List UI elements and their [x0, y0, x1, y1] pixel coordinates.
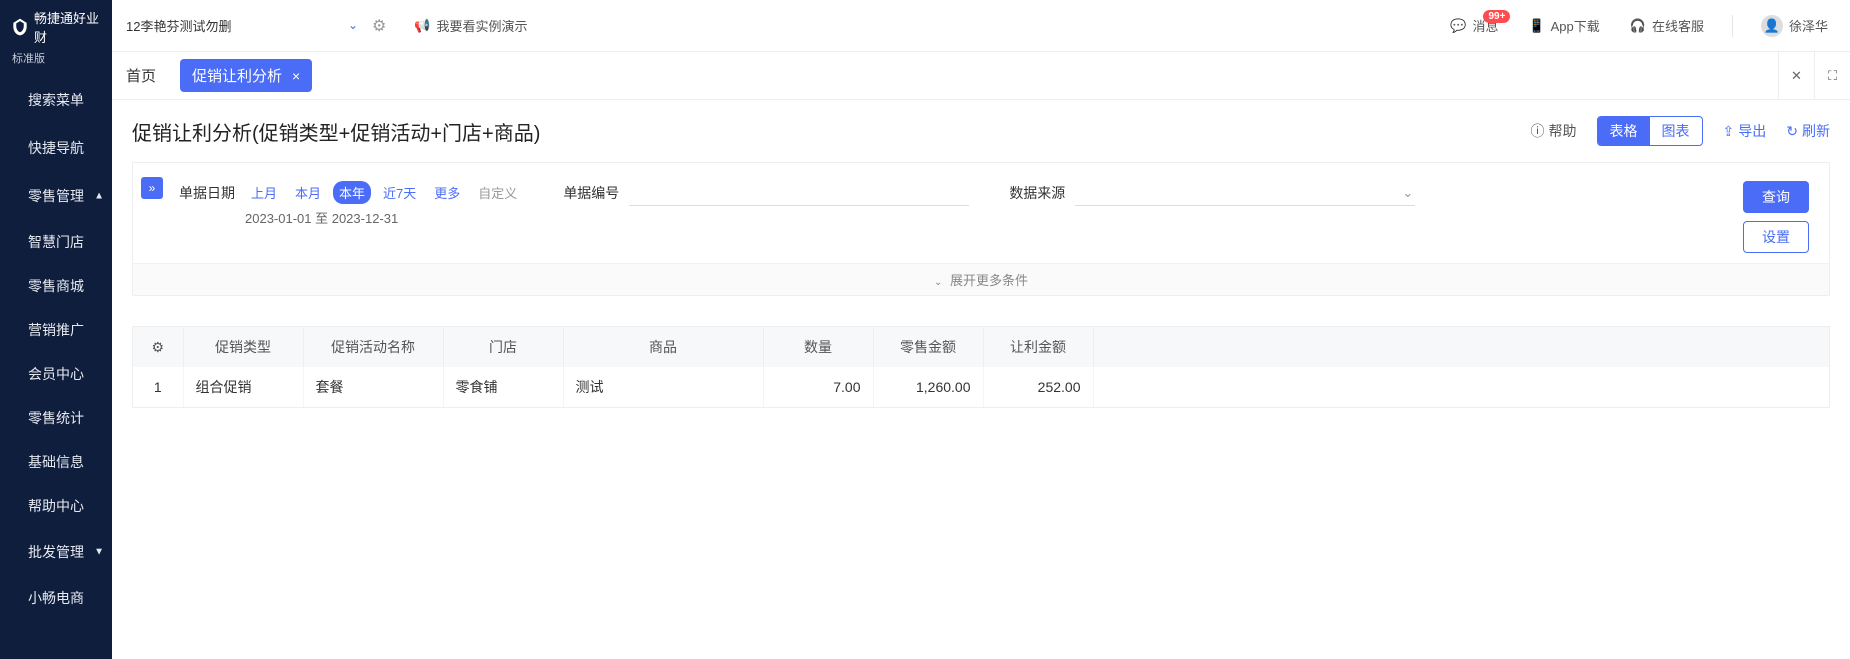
row-index: 1 — [133, 367, 183, 407]
support-button[interactable]: 🎧 在线客服 — [1622, 16, 1712, 35]
filter-source: 数据来源 ⌄ — [1009, 181, 1415, 206]
nav-member[interactable]: 会员中心 — [0, 352, 112, 396]
user-menu[interactable]: 👤 徐泽华 — [1753, 15, 1836, 37]
cell-promo-name: 套餐 — [303, 367, 443, 407]
chevron-down-icon: ⌄ — [1402, 185, 1413, 201]
nav-xiaochang[interactable]: 小畅电商 — [0, 576, 112, 620]
message-badge: 99+ — [1483, 10, 1510, 23]
col-promo-name: 促销活动名称 — [303, 327, 443, 367]
logo-icon — [10, 17, 30, 37]
table-settings-header[interactable]: ⚙ — [133, 327, 183, 367]
nav-help-center[interactable]: 帮助中心 — [0, 484, 112, 528]
messages-button[interactable]: 💬 消息 99+ — [1442, 16, 1506, 35]
date-label: 单据日期 — [179, 181, 235, 203]
col-product: 商品 — [563, 327, 763, 367]
filter-panel: » 单据日期 上月 本月 本年 近7天 更多 自定义 2023-01-01 至 … — [132, 162, 1830, 296]
page-header: 促销让利分析(促销类型+促销活动+门店+商品) ⓘ 帮助 表格 图表 ⇪ 导出 … — [112, 100, 1850, 162]
quick-last-month[interactable]: 上月 — [245, 181, 283, 204]
quick-more[interactable]: 更多 — [428, 181, 466, 204]
cell-sales: 1,260.00 — [873, 367, 983, 407]
topbar: 12李艳芬测试勿删 ⌄ ⚙ 📢 我要看实例演示 💬 消息 99+ 📱 App下载… — [112, 0, 1850, 52]
quick-this-year[interactable]: 本年 — [333, 181, 371, 204]
edition-label: 标准版 — [0, 50, 112, 76]
double-chevron-down-icon: ⌄ — [934, 277, 942, 288]
date-range-text: 2023-01-01 至 2023-12-31 — [245, 208, 523, 227]
toggle-chart[interactable]: 图表 — [1650, 117, 1702, 145]
phone-icon: 📱 — [1528, 18, 1544, 34]
filter-settings-button[interactable]: 设置 — [1743, 221, 1809, 253]
caret-up-icon: ▲ — [94, 191, 104, 202]
tab-close-all[interactable]: ✕ — [1778, 52, 1814, 99]
chevron-down-icon: ⌄ — [348, 18, 358, 32]
nav-wholesale[interactable]: 批发管理 ▼ — [0, 528, 112, 576]
doc-no-input[interactable] — [629, 181, 969, 206]
collapse-filter-button[interactable]: » — [141, 177, 163, 199]
nav-smart-store[interactable]: 智慧门店 — [0, 220, 112, 264]
settings-icon[interactable]: ⚙ — [372, 16, 386, 36]
col-store: 门店 — [443, 327, 563, 367]
tab-promo-analysis[interactable]: 促销让利分析 × — [180, 59, 312, 92]
close-icon[interactable]: × — [292, 69, 300, 83]
export-button[interactable]: ⇪ 导出 — [1723, 121, 1767, 141]
toggle-table[interactable]: 表格 — [1598, 117, 1650, 145]
page-title: 促销让利分析(促销类型+促销活动+门店+商品) — [132, 117, 1511, 146]
col-spacer — [1093, 327, 1829, 367]
nav-search-menu[interactable]: 搜索菜单 — [0, 76, 112, 124]
brand-logo: 畅捷通好业财 — [0, 0, 112, 50]
chat-icon: 💬 — [1450, 18, 1466, 34]
doc-no-label: 单据编号 — [563, 181, 619, 203]
cell-promo-type: 组合促销 — [183, 367, 303, 407]
speaker-icon: 📢 — [414, 18, 430, 34]
filter-date: 单据日期 上月 本月 本年 近7天 更多 自定义 2023-01-01 至 20… — [179, 181, 523, 227]
tab-fullscreen[interactable]: ⛶ — [1814, 52, 1850, 99]
quick-last7[interactable]: 近7天 — [377, 181, 422, 204]
source-select[interactable]: ⌄ — [1075, 181, 1415, 206]
nav-retail-stats[interactable]: 零售统计 — [0, 396, 112, 440]
data-table: ⚙ 促销类型 促销活动名称 门店 商品 数量 零售金额 让利金额 1 组合促销 — [132, 326, 1830, 408]
avatar-icon: 👤 — [1761, 15, 1783, 37]
nav-retail-mgmt[interactable]: 零售管理 ▲ — [0, 172, 112, 220]
quick-this-month[interactable]: 本月 — [289, 181, 327, 204]
cell-discount: 252.00 — [983, 367, 1093, 407]
nav-quick-nav[interactable]: 快捷导航 — [0, 124, 112, 172]
sidebar: 畅捷通好业财 标准版 搜索菜单 快捷导航 零售管理 ▲ 智慧门店 零售商城 营销… — [0, 0, 112, 659]
brand-name: 畅捷通好业财 — [34, 8, 102, 46]
cell-product: 测试 — [563, 367, 763, 407]
app-download-button[interactable]: 📱 App下载 — [1520, 16, 1607, 35]
nav-retail-mall[interactable]: 零售商城 — [0, 264, 112, 308]
divider — [1732, 15, 1733, 37]
tab-row: 首页 促销让利分析 × ✕ ⛶ — [112, 52, 1850, 100]
source-label: 数据来源 — [1009, 181, 1065, 203]
col-qty: 数量 — [763, 327, 873, 367]
org-name: 12李艳芬测试勿删 — [126, 16, 231, 35]
table-row[interactable]: 1 组合促销 套餐 零食铺 测试 7.00 1,260.00 252.00 — [133, 367, 1829, 407]
quick-custom[interactable]: 自定义 — [472, 181, 523, 204]
col-sales: 零售金额 — [873, 327, 983, 367]
col-promo-type: 促销类型 — [183, 327, 303, 367]
demo-link[interactable]: 📢 我要看实例演示 — [414, 16, 527, 35]
help-link[interactable]: ⓘ 帮助 — [1531, 121, 1577, 141]
refresh-button[interactable]: ↻ 刷新 — [1786, 121, 1830, 141]
col-discount: 让利金额 — [983, 327, 1093, 367]
export-icon: ⇪ — [1723, 123, 1735, 140]
cell-store: 零食铺 — [443, 367, 563, 407]
caret-down-icon: ▼ — [94, 547, 104, 558]
cell-qty: 7.00 — [763, 367, 873, 407]
refresh-icon: ↻ — [1786, 123, 1798, 140]
view-toggle: 表格 图表 — [1597, 116, 1703, 146]
nav-basic-info[interactable]: 基础信息 — [0, 440, 112, 484]
gear-icon: ⚙ — [151, 339, 164, 355]
headset-icon: 🎧 — [1630, 18, 1646, 34]
tab-home[interactable]: 首页 — [126, 65, 156, 86]
question-icon: ⓘ — [1531, 121, 1545, 141]
filter-doc-no: 单据编号 — [563, 181, 969, 206]
expand-filters-button[interactable]: ⌄ 展开更多条件 — [133, 263, 1829, 295]
nav-marketing[interactable]: 营销推广 — [0, 308, 112, 352]
query-button[interactable]: 查询 — [1743, 181, 1809, 213]
org-selector[interactable]: 12李艳芬测试勿删 ⌄ — [126, 16, 358, 36]
